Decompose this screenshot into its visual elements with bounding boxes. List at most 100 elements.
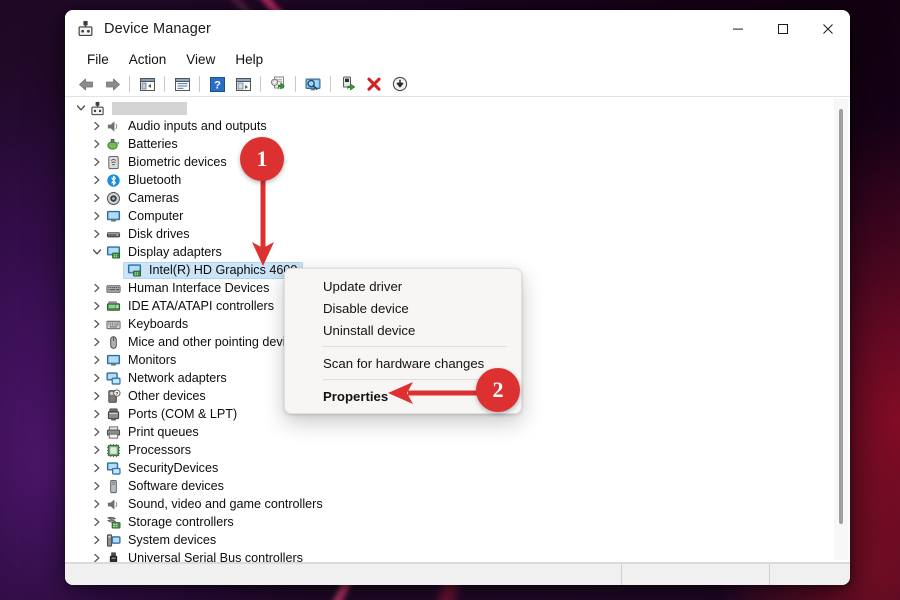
tree-item-cameras[interactable]: Cameras: [71, 189, 850, 207]
update-driver-button[interactable]: [265, 73, 291, 95]
tree-item-label: Network adapters: [128, 371, 227, 385]
chevron-right-icon[interactable]: [89, 388, 105, 404]
maximize-icon: [777, 23, 788, 34]
tree-item-software-devices[interactable]: Software devices: [71, 477, 850, 495]
chevron-right-icon[interactable]: [89, 460, 105, 476]
chevron-right-icon[interactable]: [89, 172, 105, 188]
chevron-right-icon[interactable]: [89, 154, 105, 170]
tree-item-processors[interactable]: Processors: [71, 441, 850, 459]
tree-item-label: Batteries: [128, 137, 178, 151]
chevron-right-icon[interactable]: [89, 532, 105, 548]
view-button[interactable]: [230, 73, 256, 95]
chevron-right-icon[interactable]: [89, 208, 105, 224]
chevron-down-icon[interactable]: [73, 100, 89, 116]
chevron-right-icon[interactable]: [89, 298, 105, 314]
context-menu-item-update-driver[interactable]: Update driver: [285, 275, 521, 297]
speaker-icon: [105, 118, 122, 134]
chevron-right-icon[interactable]: [89, 226, 105, 242]
redacted-computer-name: [112, 101, 187, 115]
fingerprint-icon: [105, 154, 122, 170]
usb-icon: [105, 550, 122, 562]
tree-item-disk-drives[interactable]: Disk drives: [71, 225, 850, 243]
tree-item-universal-serial-bus-controllers[interactable]: Universal Serial Bus controllers: [71, 549, 850, 562]
chevron-right-icon[interactable]: [89, 478, 105, 494]
chevron-right-icon[interactable]: [89, 370, 105, 386]
back-button[interactable]: [73, 73, 99, 95]
tree-item-storage-controllers[interactable]: Storage controllers: [71, 513, 850, 531]
chevron-right-icon[interactable]: [89, 136, 105, 152]
tree-item-label: Monitors: [128, 353, 177, 367]
forward-button[interactable]: [99, 73, 125, 95]
chevron-right-icon[interactable]: [89, 550, 105, 562]
tree-item-system-devices[interactable]: System devices: [71, 531, 850, 549]
svg-text:?: ?: [214, 79, 221, 91]
port-icon: [105, 406, 122, 422]
vertical-scrollbar[interactable]: [834, 99, 848, 560]
chevron-right-icon[interactable]: [89, 514, 105, 530]
menu-file[interactable]: File: [77, 50, 119, 69]
desktop-wallpaper: Device Manager File Action View Help ? A…: [0, 0, 900, 600]
ide-controller-icon: [105, 298, 122, 314]
annotation-badge-2: 2: [476, 368, 520, 412]
caption-buttons: [715, 10, 850, 47]
tree-item-audio-inputs-and-outputs[interactable]: Audio inputs and outputs: [71, 117, 850, 135]
chevron-right-icon[interactable]: [89, 496, 105, 512]
tree-item-display-adapters[interactable]: Display adapters: [71, 243, 850, 261]
chevron-right-icon[interactable]: [89, 442, 105, 458]
chevron-right-icon[interactable]: [89, 406, 105, 422]
console-tree-icon: [139, 77, 155, 91]
scrollbar-thumb[interactable]: [839, 109, 843, 524]
update-driver-icon: [270, 76, 285, 90]
chevron-right-icon[interactable]: [89, 190, 105, 206]
tree-item-bluetooth[interactable]: Bluetooth: [71, 171, 850, 189]
tree-item-label: Storage controllers: [128, 515, 234, 529]
tree-item-batteries[interactable]: Batteries: [71, 135, 850, 153]
tree-item-securitydevices[interactable]: SecurityDevices: [71, 459, 850, 477]
menu-view[interactable]: View: [176, 50, 225, 69]
enable-device-button[interactable]: [335, 73, 361, 95]
tree-item-computer[interactable]: Computer: [71, 207, 850, 225]
chevron-right-icon[interactable]: [89, 118, 105, 134]
tree-item-label: Mice and other pointing devi: [128, 335, 286, 349]
forward-arrow-icon: [105, 78, 120, 90]
toolbar-separator-4: [260, 76, 261, 92]
tree-root-node[interactable]: [71, 99, 850, 117]
storage-controller-icon: [105, 514, 122, 530]
processor-icon: [105, 442, 122, 458]
tree-item-label: Keyboards: [128, 317, 189, 331]
monitor-icon: [105, 208, 122, 224]
chevron-right-icon[interactable]: [89, 424, 105, 440]
chevron-down-icon[interactable]: [89, 244, 105, 260]
tree-item-biometric-devices[interactable]: Biometric devices: [71, 153, 850, 171]
computer-root-icon: [89, 100, 106, 116]
annotation-badge-1: 1: [240, 137, 284, 181]
monitor-icon: [105, 352, 122, 368]
properties-button[interactable]: [169, 73, 195, 95]
chevron-right-icon[interactable]: [89, 316, 105, 332]
network-adapter-icon: [105, 370, 122, 386]
minimize-button[interactable]: [715, 10, 760, 47]
close-button[interactable]: [805, 10, 850, 47]
enable-device-icon: [342, 76, 355, 91]
tree-item-sound-video-and-game-controllers[interactable]: Sound, video and game controllers: [71, 495, 850, 513]
chevron-right-icon[interactable]: [89, 334, 105, 350]
menu-bar: File Action View Help: [65, 47, 850, 72]
show-hide-console-tree-button[interactable]: [134, 73, 160, 95]
menu-help[interactable]: Help: [225, 50, 273, 69]
view-list-icon: [235, 77, 251, 91]
context-menu-item-disable-device[interactable]: Disable device: [285, 297, 521, 319]
maximize-button[interactable]: [760, 10, 805, 47]
help-button[interactable]: ?: [204, 73, 230, 95]
chevron-right-icon[interactable]: [89, 352, 105, 368]
uninstall-device-button[interactable]: [361, 73, 387, 95]
help-question-icon: ?: [209, 76, 225, 92]
status-bar: [65, 563, 850, 585]
context-menu-item-uninstall-device[interactable]: Uninstall device: [285, 319, 521, 341]
speaker-icon: [105, 496, 122, 512]
menu-action[interactable]: Action: [119, 50, 177, 69]
chevron-right-icon[interactable]: [89, 280, 105, 296]
tree-item-label: Software devices: [128, 479, 224, 493]
scan-hardware-changes-button[interactable]: [300, 73, 326, 95]
tree-item-print-queues[interactable]: Print queues: [71, 423, 850, 441]
disable-device-button[interactable]: [387, 73, 413, 95]
